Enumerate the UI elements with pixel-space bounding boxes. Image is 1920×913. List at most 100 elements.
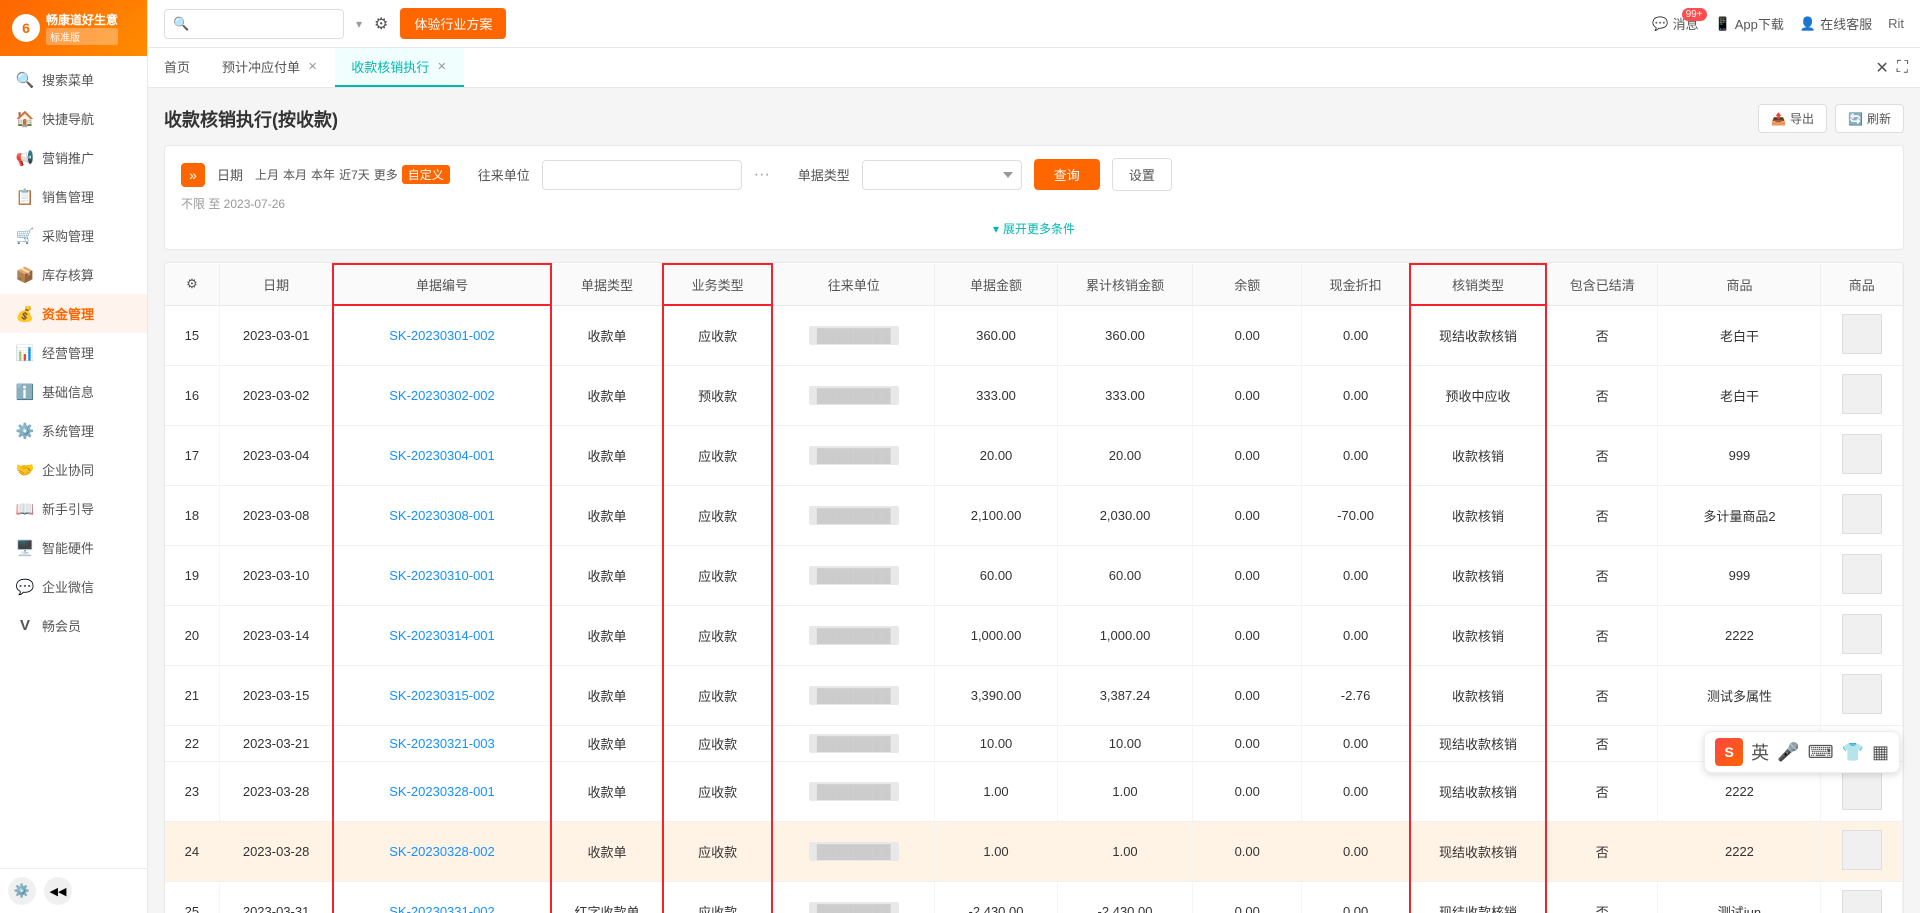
table-row[interactable]: 23 2023-03-28 SK-20230328-001 收款单 应收款 ██… [165,761,1903,821]
ft-mic-icon[interactable]: 🎤 [1777,742,1799,763]
sidebar-item-system[interactable]: ⚙️ 系统管理 [0,411,147,450]
sidebar-item-search[interactable]: 🔍 搜索菜单 [0,60,147,99]
doc-no-link[interactable]: SK-20230328-002 [389,844,495,859]
ft-shirt-icon[interactable]: 👕 [1842,742,1864,763]
table-row[interactable]: 16 2023-03-02 SK-20230302-002 收款单 预收款 ██… [165,365,1903,425]
collapse-icon[interactable]: ◀◀ [44,877,72,905]
cell-product2 [1821,305,1903,365]
online-service-label: 在线客服 [1820,14,1872,33]
messages-button[interactable]: 💬 消息 99+ [1652,14,1698,33]
settings-footer-icon[interactable]: ⚙️ [8,877,36,905]
sidebar-item-purchase[interactable]: 🛒 采购管理 [0,216,147,255]
table-row[interactable]: 22 2023-03-21 SK-20230321-003 收款单 应收款 ██… [165,725,1903,761]
ft-text-icon[interactable]: 英 [1751,739,1769,765]
table-row[interactable]: 25 2023-03-31 SK-20230331-002 红字收款单 应收款 … [165,881,1903,913]
sidebar-item-capital[interactable]: 💰 资金管理 [0,294,147,333]
cell-balance: 0.00 [1193,485,1302,545]
tab-receipts[interactable]: 收款核销执行 ✕ [335,48,464,87]
tab-prepay-close[interactable]: ✕ [306,58,319,75]
cell-balance: 0.00 [1193,821,1302,881]
sidebar-item-marketing[interactable]: 📢 营销推广 [0,138,147,177]
doc-no-link[interactable]: SK-20230315-002 [389,688,495,703]
doc-no-link[interactable]: SK-20230328-001 [389,784,495,799]
expand-more-button[interactable]: ▾ 展开更多条件 [993,220,1075,237]
table-row[interactable]: 24 2023-03-28 SK-20230328-002 收款单 应收款 ██… [165,821,1903,881]
cell-product: 老白干 [1658,305,1821,365]
cell-biz-type: 应收款 [663,881,772,913]
date-more[interactable]: 更多 [374,166,398,183]
cell-product: 老白干 [1658,365,1821,425]
sidebar-item-operations[interactable]: 📊 经营管理 [0,333,147,372]
doc-no-link[interactable]: SK-20230304-001 [389,448,495,463]
cell-balance: 0.00 [1193,365,1302,425]
cell-cash-discount: 0.00 [1302,725,1411,761]
app-download-label: App下载 [1735,14,1784,33]
th-settings[interactable]: ⚙ [165,264,219,305]
cell-balance: 0.00 [1193,725,1302,761]
th-cash-discount: 现金折扣 [1302,264,1411,305]
tab-home[interactable]: 首页 [148,48,206,87]
sidebar-item-guide[interactable]: 📖 新手引导 [0,489,147,528]
sidebar-item-wechat[interactable]: 💬 企业微信 [0,567,147,606]
date-this-year[interactable]: 本年 [311,166,335,183]
sidebar-item-hardware[interactable]: 🖥️ 智能硬件 [0,528,147,567]
sidebar-item-enterprise[interactable]: 🤝 企业协同 [0,450,147,489]
table-row[interactable]: 19 2023-03-10 SK-20230310-001 收款单 应收款 ██… [165,545,1903,605]
cell-date: 2023-03-28 [219,761,333,821]
cell-amount: 333.00 [935,365,1057,425]
doc-no-link[interactable]: SK-20230308-001 [389,508,495,523]
cell-product: 测试jun [1658,881,1821,913]
date-7days[interactable]: 近7天 [339,166,370,183]
doc-no-link[interactable]: SK-20230331-002 [389,904,495,913]
doc-no-link[interactable]: SK-20230321-003 [389,736,495,751]
cell-cancel-type: 现结收款核销 [1410,881,1546,913]
ft-keyboard-icon[interactable]: ⌨ [1808,742,1834,763]
online-service-button[interactable]: 👤 在线客服 [1800,14,1872,33]
ft-grid-icon[interactable]: ▦ [1872,742,1889,763]
topbar-gear-icon[interactable]: ⚙ [374,14,388,34]
cell-doc-no: SK-20230304-001 [333,425,550,485]
tab-receipts-close[interactable]: ✕ [435,58,448,75]
sogou-logo[interactable]: S [1715,738,1743,766]
partner-input[interactable] [542,160,742,190]
cell-cumulative: 10.00 [1057,725,1193,761]
th-cumulative: 累计核销金额 [1057,264,1193,305]
tab-close-window-btn[interactable]: ✕ [1875,58,1888,78]
solution-button[interactable]: 体验行业方案 [400,8,506,39]
topbar-chevron-icon[interactable]: ▾ [356,17,362,31]
date-last-month[interactable]: 上月 [255,166,279,183]
cell-product2 [1821,485,1903,545]
sidebar-item-sales[interactable]: 📋 销售管理 [0,177,147,216]
cell-cumulative: -2,430.00 [1057,881,1193,913]
logo-icon: 6 [12,14,40,42]
receipt-type-select[interactable] [862,160,1022,190]
sidebar-item-inventory[interactable]: 📦 库存核算 [0,255,147,294]
tab-prepay[interactable]: 预计冲应付单 ✕ [206,48,335,87]
table-scroll[interactable]: ⚙ 日期 单据编号 单据类型 业务类型 往来单位 单据金额 累计核销金额 余额 … [165,263,1903,913]
topbar-search[interactable]: 🔍 [164,9,344,39]
sidebar-item-member[interactable]: V 畅会员 [0,606,147,645]
app-download-button[interactable]: 📱 App下载 [1715,14,1784,33]
sidebar-item-quick-nav[interactable]: 🏠 快捷导航 [0,99,147,138]
tab-maximize-btn[interactable]: ⛶ [1897,59,1908,77]
query-button[interactable]: 查询 [1034,159,1100,190]
date-custom[interactable]: 自定义 [402,165,450,184]
refresh-button[interactable]: 🔄 刷新 [1835,104,1904,133]
date-this-month[interactable]: 本月 [283,166,307,183]
cell-cash-discount: 0.00 [1302,821,1411,881]
sidebar-item-basic-info[interactable]: ℹ️ 基础信息 [0,372,147,411]
doc-no-link[interactable]: SK-20230302-002 [389,388,495,403]
table-row[interactable]: 20 2023-03-14 SK-20230314-001 收款单 应收款 ██… [165,605,1903,665]
doc-no-link[interactable]: SK-20230310-001 [389,568,495,583]
table-row[interactable]: 17 2023-03-04 SK-20230304-001 收款单 应收款 ██… [165,425,1903,485]
cell-cancel-type: 现结收款核销 [1410,305,1546,365]
filter-expand-button[interactable]: » [181,163,205,187]
table-row[interactable]: 15 2023-03-01 SK-20230301-002 收款单 应收款 ██… [165,305,1903,365]
filter-settings-button[interactable]: 设置 [1112,158,1172,191]
table-row[interactable]: 21 2023-03-15 SK-20230315-002 收款单 应收款 ██… [165,665,1903,725]
doc-no-link[interactable]: SK-20230314-001 [389,628,495,643]
table-row[interactable]: 18 2023-03-08 SK-20230308-001 收款单 应收款 ██… [165,485,1903,545]
filter-bar: » 日期 上月 本月 本年 近7天 更多 自定义 往来单位 ··· 单据类型 查 [164,145,1904,250]
export-button[interactable]: 📤 导出 [1758,104,1827,133]
doc-no-link[interactable]: SK-20230301-002 [389,328,495,343]
